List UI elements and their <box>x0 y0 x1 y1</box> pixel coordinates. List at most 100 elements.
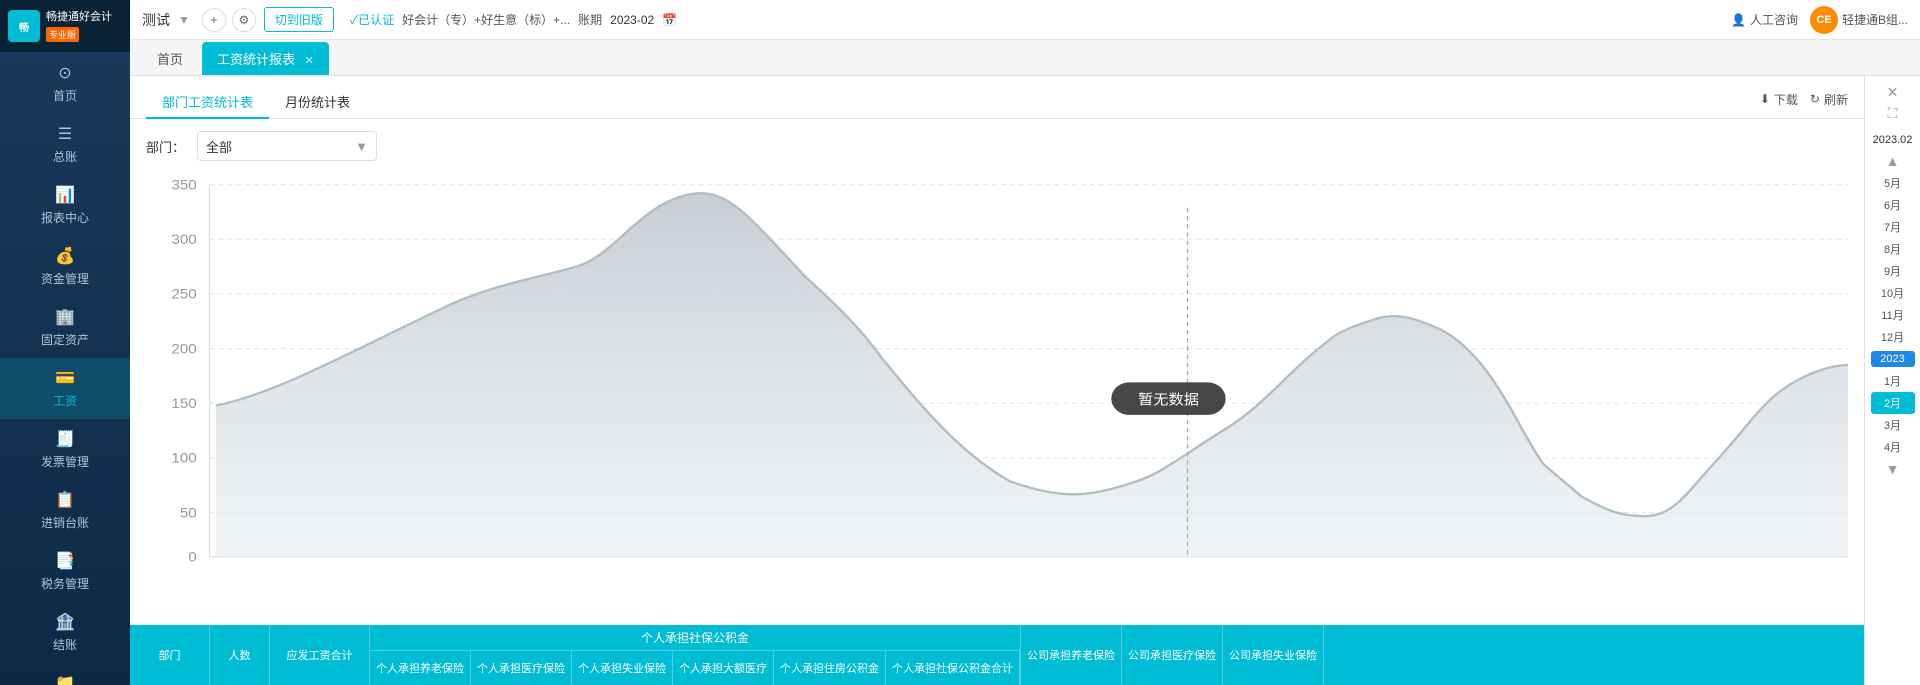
th-total-salary: 应发工资合计 <box>270 625 370 685</box>
help-icon: 👤 <box>1731 13 1746 27</box>
th-personal-unemployment: 个人承担失业保险 <box>572 651 673 685</box>
sidebar-item-invoice[interactable]: 🧾 发票管理 <box>0 419 130 480</box>
th-company-medical: 公司承担医疗保险 <box>1122 625 1223 685</box>
month-4[interactable]: 4月 <box>1871 436 1915 458</box>
tab-bar: 首页 工资统计报表 ✕ <box>130 40 1920 76</box>
sidebar-nav: ⊙ 首页 ☰ 总账 📊 报表中心 💰 资金管理 🏢 固定资产 💳 工资 🧾 发票… <box>0 53 130 685</box>
sidebar-item-sales[interactable]: 📋 进销台账 <box>0 480 130 541</box>
download-icon: ⬇ <box>1760 92 1770 106</box>
sidebar-label-sales: 进销台账 <box>41 514 89 531</box>
th-personal-housing: 个人承担住房公积金 <box>774 651 886 685</box>
sidebar-label-settlement: 结账 <box>53 636 77 653</box>
sub-tab-monthly[interactable]: 月份统计表 <box>269 86 366 119</box>
select-arrow-icon: ▼ <box>355 139 368 154</box>
sidebar-item-archive[interactable]: 📁 归档管理 <box>0 663 130 685</box>
scroll-down-button[interactable]: ▼ <box>1883 458 1903 480</box>
month-8[interactable]: 8月 <box>1871 238 1915 260</box>
logo-badge: 专业版 <box>46 27 79 42</box>
sub-tab-actions: ⬇ 下载 ↻ 刷新 <box>1760 91 1848 114</box>
sidebar-label-invoice: 发票管理 <box>41 453 89 470</box>
sidebar-item-tax[interactable]: 📑 税务管理 <box>0 541 130 602</box>
filter-label: 部门： <box>146 137 185 156</box>
download-button[interactable]: ⬇ 下载 <box>1760 91 1798 108</box>
topbar-dropdown-arrow[interactable]: ▼ <box>178 13 190 27</box>
svg-text:100: 100 <box>171 451 196 466</box>
period-label: 账期 <box>578 11 602 28</box>
tax-icon: 📑 <box>55 551 75 571</box>
user-avatar: CE <box>1810 6 1838 34</box>
refresh-icon: ↻ <box>1810 92 1820 106</box>
month-10[interactable]: 10月 <box>1871 282 1915 304</box>
th-personal-pension: 个人承担养老保险 <box>370 651 471 685</box>
th-personal-major-medical: 个人承担大额医疗 <box>673 651 774 685</box>
sidebar-item-salary[interactable]: 💳 工资 <box>0 358 130 419</box>
sidebar-item-home[interactable]: ⊙ 首页 <box>0 53 130 114</box>
month-9[interactable]: 9月 <box>1871 260 1915 282</box>
topbar-title: 测试 <box>142 10 170 30</box>
dept-select[interactable]: 全部 ▼ <box>197 131 377 161</box>
ledger-icon: ☰ <box>58 124 72 144</box>
svg-text:250: 250 <box>171 287 196 302</box>
refresh-button[interactable]: ↻ 刷新 <box>1810 91 1848 108</box>
user-label: 轻捷通B组... <box>1842 11 1908 28</box>
right-panel: ✕ ⛶ 2023.02 ▲ 5月 6月 7月 8月 9月 10月 11月 12月… <box>1864 76 1920 685</box>
sidebar-item-funds[interactable]: 💰 资金管理 <box>0 236 130 297</box>
month-7[interactable]: 7月 <box>1871 216 1915 238</box>
month-1[interactable]: 1月 <box>1871 370 1915 392</box>
month-6[interactable]: 6月 <box>1871 194 1915 216</box>
content-area: 部门工资统计表 月份统计表 ⬇ 下载 ↻ 刷新 <box>130 76 1920 685</box>
invoice-icon: 🧾 <box>55 429 75 449</box>
bottom-table: 部门 人数 应发工资合计 个人承担社保公积金 个人承担养老保险 <box>130 625 1864 685</box>
sidebar-label-ledger: 总账 <box>53 148 77 165</box>
panel-expand-button[interactable]: ⛶ <box>1888 105 1898 122</box>
month-5[interactable]: 5月 <box>1871 172 1915 194</box>
th-company-unemployment: 公司承担失业保险 <box>1223 625 1324 685</box>
th-count: 人数 <box>210 625 270 685</box>
home-icon: ⊙ <box>58 63 71 83</box>
th-group-personal-cols: 个人承担养老保险 个人承担医疗保险 个人承担失业保险 个人承担大额医疗 个人承担… <box>370 651 1020 685</box>
topbar-right: 👤 人工咨询 CE 轻捷通B组... <box>1731 6 1908 34</box>
svg-text:150: 150 <box>171 396 196 411</box>
filter-bar: 部门： 全部 ▼ <box>130 119 1864 173</box>
table-header: 部门 人数 应发工资合计 个人承担社保公积金 个人承担养老保险 <box>130 625 1864 685</box>
svg-text:50: 50 <box>180 506 197 521</box>
calendar-icon[interactable]: 📅 <box>662 13 677 27</box>
svg-text:300: 300 <box>171 232 196 247</box>
sidebar-label-salary: 工资 <box>53 392 77 409</box>
topbar-settings-button[interactable]: ⚙ <box>232 8 256 32</box>
scroll-up-button[interactable]: ▲ <box>1883 150 1903 172</box>
sidebar-item-assets[interactable]: 🏢 固定资产 <box>0 297 130 358</box>
main-area: 测试 ▼ + ⚙ 切到旧版 ✓已认证 好会计（专）+好生意（标）+... 账期 … <box>130 0 1920 685</box>
panel-close-button[interactable]: ✕ <box>1887 84 1899 101</box>
sidebar-item-ledger[interactable]: ☰ 总账 <box>0 114 130 175</box>
tab-salary-report[interactable]: 工资统计报表 ✕ <box>202 42 329 75</box>
sidebar-item-reports[interactable]: 📊 报表中心 <box>0 175 130 236</box>
month-12[interactable]: 12月 <box>1871 326 1915 348</box>
sub-tab-bar: 部门工资统计表 月份统计表 ⬇ 下载 ↻ 刷新 <box>130 76 1864 119</box>
help-button[interactable]: 👤 人工咨询 <box>1731 11 1798 28</box>
logo-name: 畅捷通好会计 <box>46 10 112 25</box>
th-dept: 部门 <box>130 625 210 685</box>
reports-icon: 📊 <box>55 185 75 205</box>
month-2[interactable]: 2月 <box>1871 392 1915 414</box>
status-certified: ✓已认证 <box>350 11 394 28</box>
svg-text:200: 200 <box>171 342 196 357</box>
month-11[interactable]: 11月 <box>1871 304 1915 326</box>
year-2023-btn[interactable]: 2023 <box>1871 351 1915 367</box>
th-company-pension: 公司承担养老保险 <box>1021 625 1122 685</box>
funds-icon: 💰 <box>55 246 75 266</box>
switch-version-button[interactable]: 切到旧版 <box>264 7 334 32</box>
th-group-personal-header: 个人承担社保公积金 <box>370 625 1020 651</box>
sales-icon: 📋 <box>55 490 75 510</box>
th-personal-medical: 个人承担医疗保险 <box>471 651 572 685</box>
assets-icon: 🏢 <box>55 307 75 327</box>
current-period-label: 2023.02 <box>1873 134 1913 146</box>
sidebar-item-settlement[interactable]: 🏦 结账 <box>0 602 130 663</box>
sub-tab-dept[interactable]: 部门工资统计表 <box>146 86 269 119</box>
topbar-add-button[interactable]: + <box>202 8 226 32</box>
logo-icon: 畅 <box>8 10 40 42</box>
month-3[interactable]: 3月 <box>1871 414 1915 436</box>
user-info[interactable]: CE 轻捷通B组... <box>1810 6 1908 34</box>
tab-close-button[interactable]: ✕ <box>305 55 314 67</box>
tab-home[interactable]: 首页 <box>142 42 198 75</box>
